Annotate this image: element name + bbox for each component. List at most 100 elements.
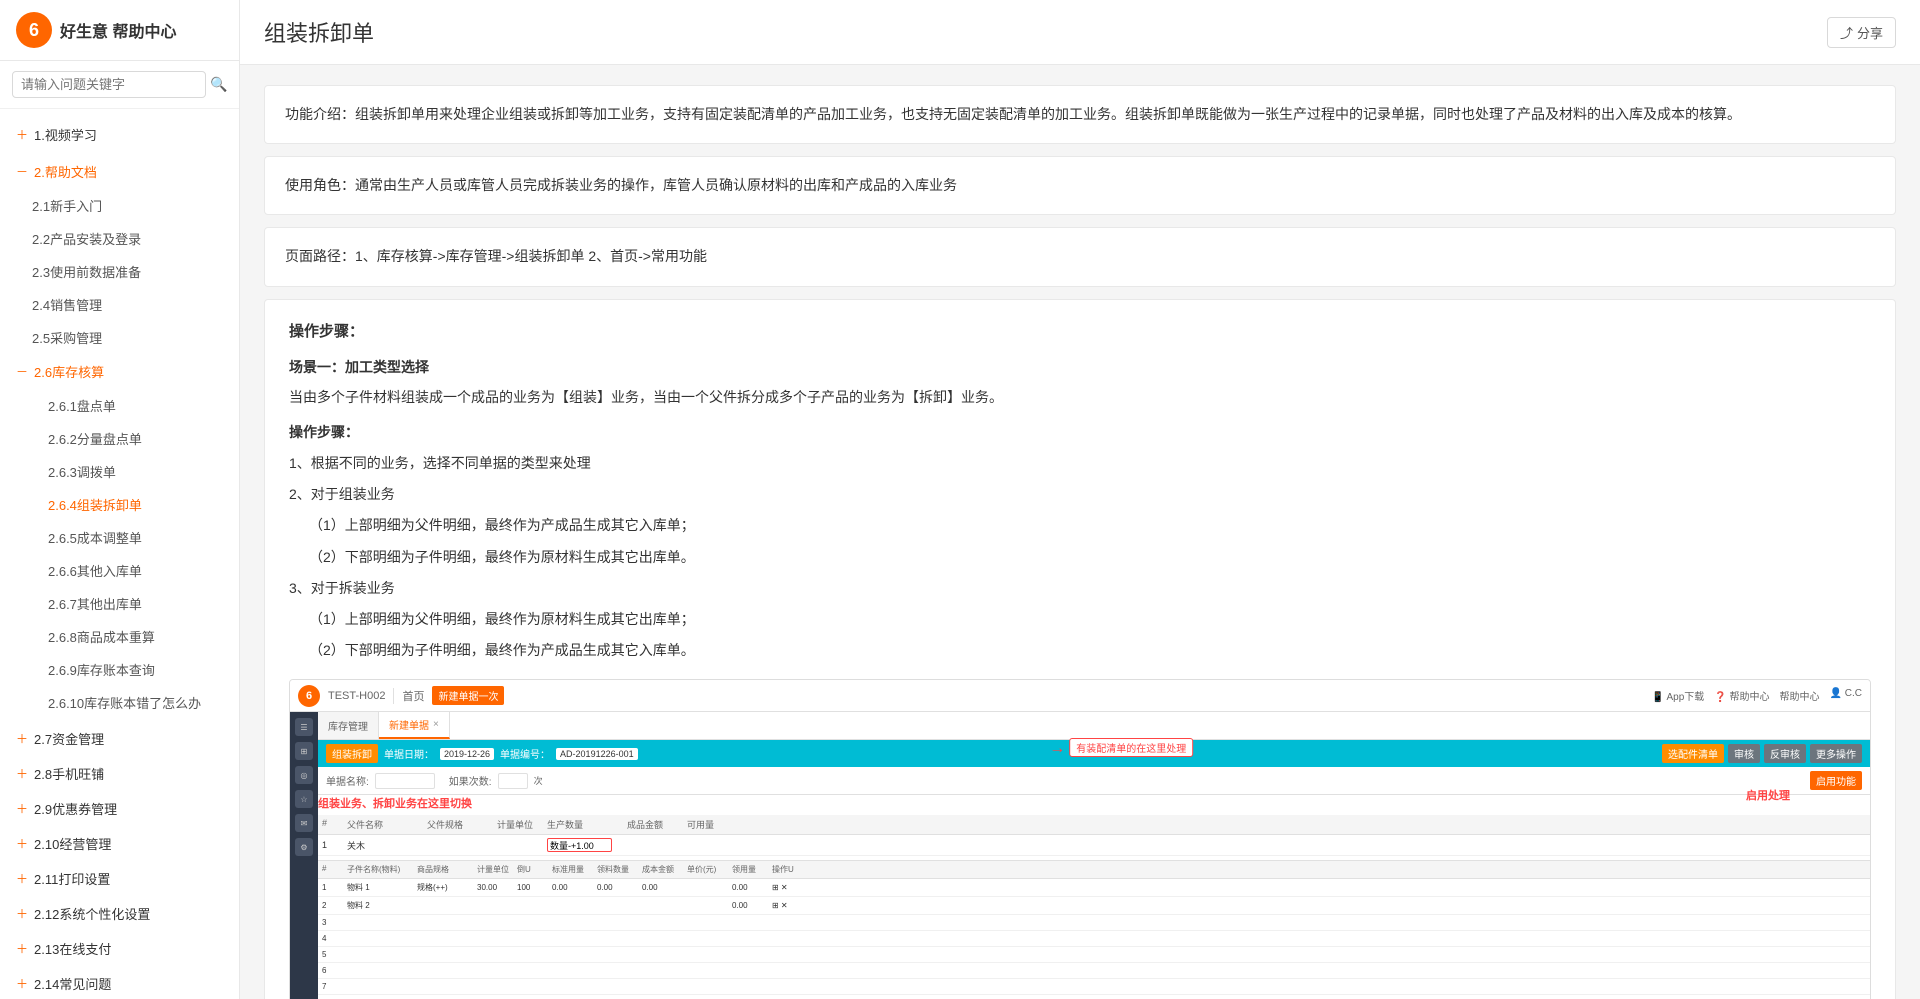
app-tab-new[interactable]: 新建单据 × [379,712,450,739]
app-screenshot: 6 TEST-H002 首页 新建单据一次 📱 App下载 ❓ 帮助中心 帮助中… [290,680,1870,999]
sidebar-item-pay-label: 2.13在线支付 [34,939,111,958]
app-enable-btn[interactable]: 启用功能 [1810,771,1862,790]
app-company: TEST-H002 [328,690,385,702]
scene1-title: 场景一：加工类型选择 [289,357,1871,377]
sidebar-item-video[interactable]: ＋ 1.视频学习 [0,117,239,152]
app-topbar-icons: 📱 App下载 ❓ 帮助中心 帮助中心 👤 C.C [1652,688,1862,703]
app-date-label: 单据日期： [384,746,434,761]
sidebar-item-purchase[interactable]: 2.5采购管理 [0,321,239,354]
app-annotation1: 组装业务、拆卸业务在这里切换 [318,795,472,811]
app-approve-btn[interactable]: 审核 [1728,744,1760,763]
bottom-row7: 7 [318,979,1870,995]
sidebar-item-inv268[interactable]: 2.6.8商品成本重算 [0,620,239,653]
sidebar-item-operation[interactable]: ＋ 2.10经营管理 [0,826,239,861]
app-nav-dot4[interactable]: ☆ [295,790,313,808]
nav-section-video: ＋ 1.视频学习 [0,117,239,152]
sidebar-item-video-label: 1.视频学习 [34,125,97,144]
th-num: # [322,818,347,831]
step2: 2、对于组装业务 [289,482,1871,507]
sidebar-item-inv261[interactable]: 2.6.1盘点单 [0,389,239,422]
th-avail: 可用量 [687,818,747,831]
sidebar-item-inv262[interactable]: 2.6.2分量盘点单 [0,422,239,455]
app-nav-dot2[interactable]: ⊞ [295,742,313,760]
app-name-input[interactable] [375,773,435,789]
app-count-label: 如果次数: [449,773,492,788]
step2b: （2）下部明细为子件明细，最终作为原材料生成其它出库单。 [289,545,1871,570]
bottom-row3: 3 [318,915,1870,931]
app-more-btn[interactable]: 更多操作 [1810,744,1862,763]
search-input[interactable] [12,71,206,98]
sidebar-item-pay[interactable]: ＋ 2.13在线支付 [0,931,239,966]
sidebar-item-inv266[interactable]: 2.6.6其他入库单 [0,554,239,587]
bottom-row4: 4 [318,931,1870,947]
br4-num: 4 [322,934,347,943]
bottom-row5: 5 [318,947,1870,963]
share-button[interactable]: ⤴ 分享 [1827,17,1896,48]
plus-icon-customize: ＋ [16,905,28,922]
intro-text: 功能介绍：组装拆卸单用来处理企业组装或拆卸等加工业务，支持有固定装配清单的产品加… [285,106,1741,122]
plus-icon-pay: ＋ [16,940,28,957]
sidebar-item-inv267[interactable]: 2.6.7其他出库单 [0,587,239,620]
app-notice-badge: 有装配清单的在这里处理 [1069,738,1193,757]
app-nav-dot1[interactable]: ☰ [295,718,313,736]
app-qty-input[interactable] [547,838,612,852]
app-logo: 6 [298,685,320,707]
sidebar-item-install[interactable]: 2.2产品安装及登录 [0,222,239,255]
sidebar-item-mobile[interactable]: ＋ 2.8手机旺铺 [0,756,239,791]
app-nav-dot3[interactable]: ◎ [295,766,313,784]
app-body: ☰ ⊞ ◎ ☆ ✉ ⚙ 库存管理 [290,712,1870,999]
app-download-icon: 📱 App下载 [1652,688,1704,703]
sidebar-item-inv2610[interactable]: 2.6.10库存账本错了怎么办 [0,686,239,719]
sidebar-item-coupon[interactable]: ＋ 2.9优惠券管理 [0,791,239,826]
br1-num: 1 [322,883,347,892]
sidebar-item-inv265[interactable]: 2.6.5成本调整单 [0,521,239,554]
br1-pick: 0.00 [597,883,642,892]
sidebar-item-dataprep[interactable]: 2.3使用前数据准备 [0,255,239,288]
app-nav-dot6[interactable]: ⚙ [295,838,313,856]
br1-unit: 30.00 [477,883,517,892]
sidebar-item-capital[interactable]: ＋ 2.7资金管理 [0,721,239,756]
role-card: 使用角色：通常由生产人员或库管人员完成拆装业务的操作，库管人员确认原材料的出库和… [264,156,1896,215]
app-ref-label: 单据编号： [500,746,550,761]
sidebar-item-docs[interactable]: － 2.帮助文档 [0,154,239,189]
sidebar-item-inventory-label: 2.6库存核算 [34,362,104,381]
app-select-parts-btn[interactable]: 选配件清单 [1662,744,1724,763]
bth-u: 倒U [517,864,552,875]
top-table-header: # 父件名称 父件规格 计量单位 生产数量 成品金额 可用量 [318,815,1870,835]
search-button[interactable]: 🔍 [206,72,231,97]
app-new-order-btn[interactable]: 新建单据一次 [432,686,504,705]
sidebar-item-print[interactable]: ＋ 2.11打印设置 [0,861,239,896]
app-arrow-icon: → [1049,740,1065,758]
app-date-value: 2019-12-26 [440,748,494,760]
bth-avail: 领用量 [732,864,772,875]
br2-op: ⊞ ✕ [772,901,797,910]
app-tab-inventory[interactable]: 库存管理 [318,712,379,739]
sidebar-item-inventory[interactable]: － 2.6库存核算 [0,354,239,389]
app-count-input[interactable] [498,773,528,789]
steps-sub-title: 操作步骤： [289,420,1871,445]
app-tab-bar: 库存管理 新建单据 × [318,712,1870,740]
sidebar-item-faq[interactable]: ＋ 2.14常见问题 [0,966,239,999]
sidebar-item-inv263[interactable]: 2.6.3调拨单 [0,455,239,488]
bth-num: # [322,864,347,875]
sidebar-item-newcomer[interactable]: 2.1新手入门 [0,189,239,222]
app-tab-close[interactable]: × [433,719,439,730]
steps-container: 操作步骤： 场景一：加工类型选择 当由多个子件材料组装成一个成品的业务为【组装】… [264,299,1896,999]
logo-text: 好生意 帮助中心 [60,18,176,42]
sidebar-item-sales[interactable]: 2.4销售管理 [0,288,239,321]
app-main-area: 库存管理 新建单据 × 组装拆卸 单据日期： [318,712,1870,999]
br2-avail: 0.00 [732,901,772,910]
sidebar-item-inv269[interactable]: 2.6.9库存账本查询 [0,653,239,686]
sidebar-item-inv264[interactable]: 2.6.4组装拆卸单 [0,488,239,521]
app-bottom-table: # 子件名称(物料) 商品规格 计量单位 倒U 标准用量 领料数量 成本金额 单… [318,860,1870,995]
step3a: （1）上部明细为父件明细，最终作为原材料生成其它出库单； [289,607,1871,632]
sidebar-item-customize[interactable]: ＋ 2.12系统个性化设置 [0,896,239,931]
bth-unit: 计量单位 [477,864,517,875]
bottom-row1: 1 物料 1 规格(++) 30.00 100 0.00 0.00 0.00 [318,879,1870,897]
app-unapprove-btn[interactable]: 反审核 [1764,744,1806,763]
app-nav-dot5[interactable]: ✉ [295,814,313,832]
app-nav-home[interactable]: 首页 [402,688,424,704]
sidebar-item-customize-label: 2.12系统个性化设置 [34,904,150,923]
app-form-type-btn[interactable]: 组装拆卸 [326,744,378,763]
app-top-table: # 父件名称 父件规格 计量单位 生产数量 成品金额 可用量 [318,815,1870,856]
